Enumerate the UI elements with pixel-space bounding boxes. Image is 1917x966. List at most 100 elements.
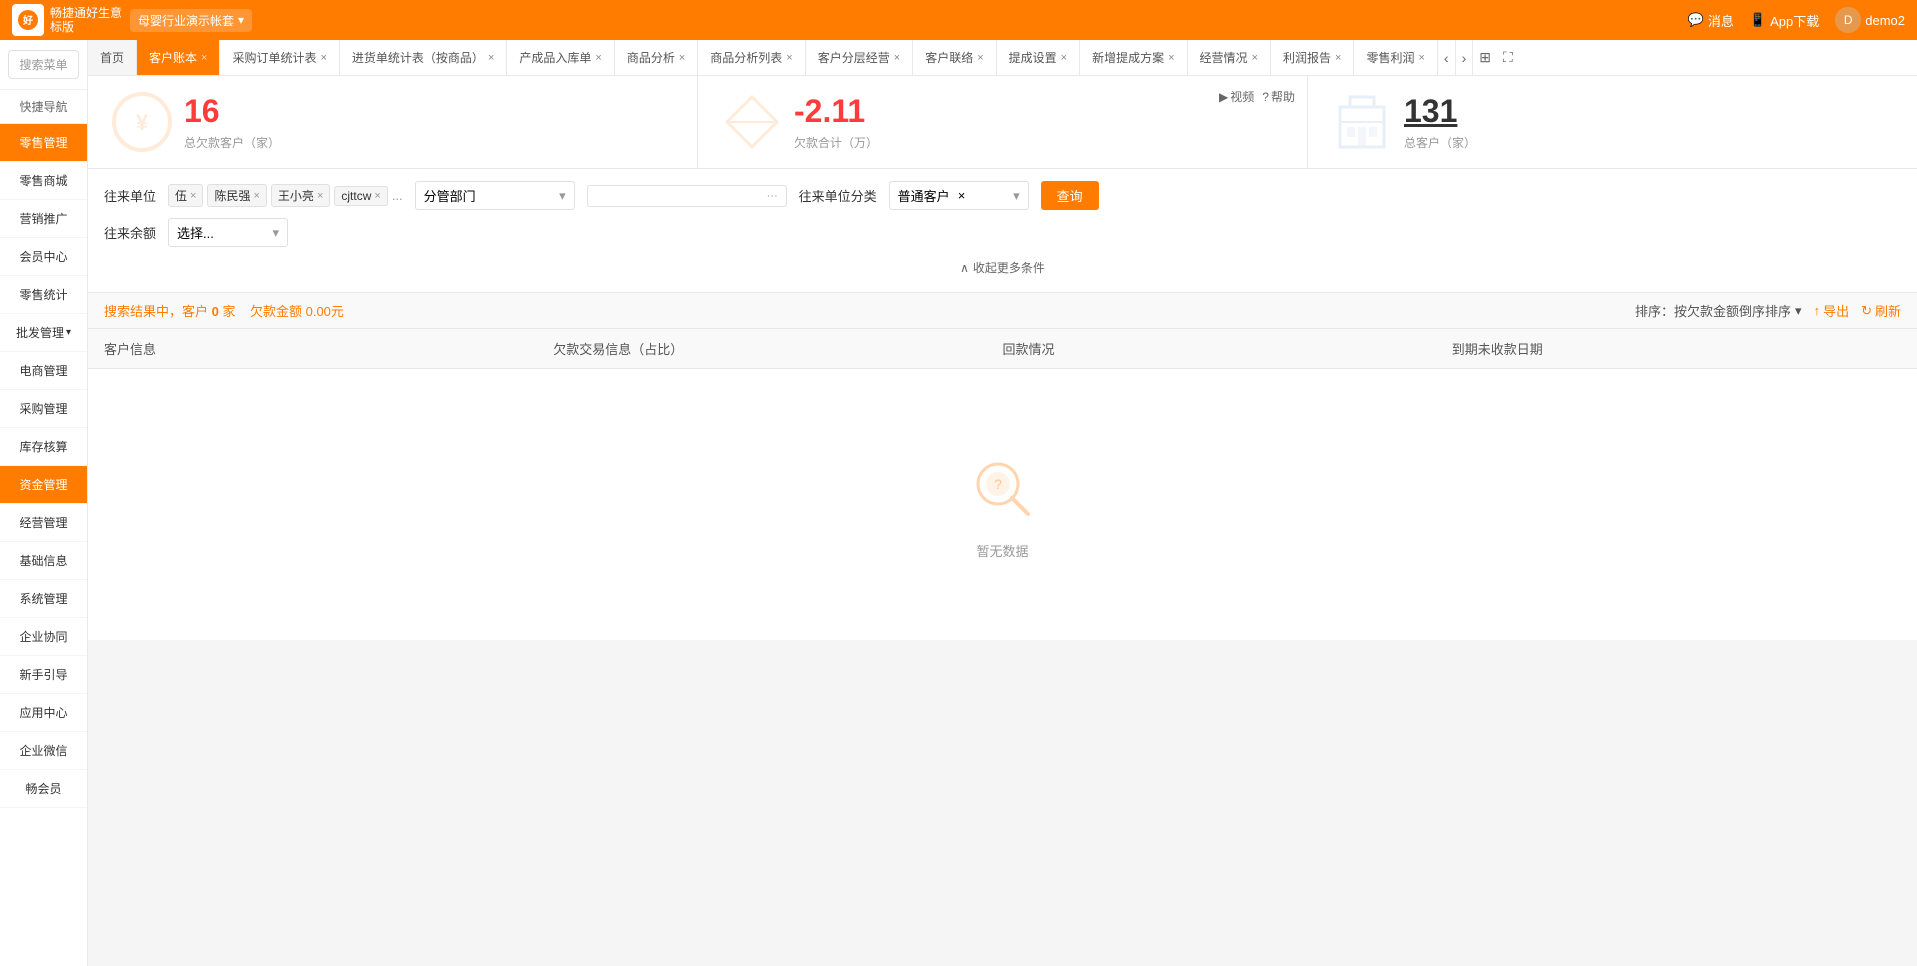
chevron-down-icon: ▾ <box>1795 303 1802 319</box>
stat-card-all-customers: 131 总客户（家） <box>1308 76 1917 168</box>
video-help-btn[interactable]: ▶ 视频 <box>1219 88 1254 105</box>
tab-close-icon[interactable]: × <box>320 52 326 64</box>
export-btn[interactable]: ↑ 导出 <box>1814 301 1850 320</box>
collapse-btn[interactable]: ∧ 收起更多条件 <box>104 255 1901 280</box>
filter-more-btn[interactable]: ... <box>392 188 403 203</box>
sidebar-item-ecommerce[interactable]: 电商管理 <box>0 352 87 390</box>
result-actions: 排序：按欠款金额倒序排序 ▾ ↑ 导出 ↻ 刷新 <box>1635 301 1901 320</box>
search-menu-button[interactable]: 搜索菜单 <box>8 50 79 79</box>
search-button[interactable]: 查询 <box>1041 181 1099 210</box>
tab-customer-tier[interactable]: 客户分层经营 × <box>806 40 913 75</box>
branch-dept-select[interactable]: 分管部门 ▾ <box>415 181 575 210</box>
sidebar-item-retail-mgmt[interactable]: 零售管理 <box>0 124 87 162</box>
tab-close-icon[interactable]: × <box>1335 52 1341 64</box>
sort-select[interactable]: 排序：按欠款金额倒序排序 ▾ <box>1635 301 1802 320</box>
tab-business-status[interactable]: 经营情况 × <box>1188 40 1271 75</box>
svg-text:好: 好 <box>22 14 33 27</box>
stats-row: ¥ 16 总欠款客户（家） <box>88 76 1917 169</box>
refresh-btn[interactable]: ↻ 刷新 <box>1861 301 1901 320</box>
category-clear-icon[interactable]: × <box>958 188 966 203</box>
tab-close-icon[interactable]: × <box>786 52 792 64</box>
more-options-icon[interactable]: ··· <box>767 190 778 202</box>
empty-text: 暂无数据 <box>976 541 1028 560</box>
filter-tag-3: cjttcw × <box>334 186 387 206</box>
empty-state: ? 暂无数据 <box>88 369 1917 640</box>
branch-person-select[interactable]: ··· <box>587 185 787 207</box>
sidebar-item-inventory[interactable]: 库存核算 <box>0 428 87 466</box>
filter-tags: 伍 × 陈民强 × 王小亮 × cjttcw × <box>168 184 403 207</box>
tab-close-icon[interactable]: × <box>1252 52 1258 64</box>
help-btn[interactable]: ? 帮助 <box>1262 88 1295 105</box>
sidebar-item-batch-mgmt[interactable]: 批发管理 ▾ <box>0 314 87 352</box>
svg-text:?: ? <box>994 476 1002 492</box>
tab-scroll-right[interactable]: › <box>1456 40 1474 75</box>
sidebar-quick-nav[interactable]: 快捷导航 <box>0 90 87 124</box>
app-download-btn[interactable]: 📱 App下载 <box>1750 11 1819 30</box>
tab-close-icon[interactable]: × <box>1061 52 1067 64</box>
avatar: D <box>1835 7 1861 33</box>
stat-number-customers: 16 <box>184 93 280 130</box>
user-menu[interactable]: D demo2 <box>1835 7 1905 33</box>
tab-close-icon[interactable]: × <box>1168 52 1174 64</box>
sidebar-item-new-guide[interactable]: 新手引导 <box>0 656 87 694</box>
sidebar-item-system-mgmt[interactable]: 系统管理 <box>0 580 87 618</box>
sidebar-item-member-vip[interactable]: 畅会员 <box>0 770 87 808</box>
result-debt-value: 0.00元 <box>306 304 344 319</box>
tab-profit-report[interactable]: 利润报告 × <box>1271 40 1354 75</box>
data-table: 客户信息 欠款交易信息（占比） 回款情况 到期未收款日期 ? <box>88 329 1917 640</box>
owner-unit-category-select[interactable]: 普通客户 × ▾ <box>889 181 1029 210</box>
sidebar-item-enterprise-collab[interactable]: 企业协同 <box>0 618 87 656</box>
tab-new-tips-plan[interactable]: 新增提成方案 × <box>1080 40 1187 75</box>
stat-card-customers: ¥ 16 总欠款客户（家） <box>88 76 698 168</box>
tab-product-inbound[interactable]: 产成品入库单 × <box>507 40 614 75</box>
tab-fullscreen-btn[interactable]: ⛶ <box>1497 40 1519 75</box>
tab-product-analysis[interactable]: 商品分析 × <box>615 40 698 75</box>
tab-scroll-left[interactable]: ‹ <box>1438 40 1456 75</box>
tag-close-3[interactable]: × <box>374 190 380 202</box>
tenant-selector[interactable]: 母婴行业演示帐套 ▾ <box>130 9 252 32</box>
tab-customer-contact[interactable]: 客户联络 × <box>913 40 996 75</box>
sidebar-item-retail-mall[interactable]: 零售商城 <box>0 162 87 200</box>
col-header-repay: 回款情况 <box>1003 339 1452 358</box>
tag-close-0[interactable]: × <box>190 190 196 202</box>
tab-close-icon[interactable]: × <box>1418 52 1424 64</box>
message-btn[interactable]: 💬 消息 <box>1688 11 1734 30</box>
owner-unit-category-label: 往来单位分类 <box>799 186 877 205</box>
tab-close-icon[interactable]: × <box>201 52 207 64</box>
top-bar-left: 好 畅捷通好生意 标版 母婴行业演示帐套 ▾ <box>12 4 252 36</box>
sidebar-item-marketing[interactable]: 营销推广 <box>0 200 87 238</box>
sidebar-item-retail-stats[interactable]: 零售统计 <box>0 276 87 314</box>
tag-close-1[interactable]: × <box>253 190 259 202</box>
sidebar-item-app-center[interactable]: 应用中心 <box>0 694 87 732</box>
tab-purchase-stats-product[interactable]: 进货单统计表（按商品） × <box>340 40 507 75</box>
result-count: 0 <box>212 304 219 319</box>
tab-close-icon[interactable]: × <box>679 52 685 64</box>
tab-expand-btn[interactable]: ⊞ <box>1473 40 1497 75</box>
sidebar-item-member-center[interactable]: 会员中心 <box>0 238 87 276</box>
stat-info-all-customers: 131 总客户（家） <box>1404 93 1476 151</box>
balance-select[interactable]: 选择... ▾ <box>168 218 288 247</box>
tab-close-icon[interactable]: × <box>595 52 601 64</box>
sidebar-item-business-mgmt[interactable]: 经营管理 <box>0 504 87 542</box>
sidebar-item-basic-info[interactable]: 基础信息 <box>0 542 87 580</box>
stat-label-debt: 欠款合计（万） <box>794 134 878 151</box>
tag-close-2[interactable]: × <box>317 190 323 202</box>
tab-home[interactable]: 首页 <box>88 40 137 75</box>
tab-close-icon[interactable]: × <box>977 52 983 64</box>
sidebar-item-capital-mgmt[interactable]: 资金管理 <box>0 466 87 504</box>
sidebar-item-purchase[interactable]: 采购管理 <box>0 390 87 428</box>
filter-tag-1: 陈民强 × <box>207 184 266 207</box>
page-content: ¥ 16 总欠款客户（家） <box>88 76 1917 966</box>
tab-close-icon[interactable]: × <box>894 52 900 64</box>
tab-product-analysis-list[interactable]: 商品分析列表 × <box>698 40 805 75</box>
stat-card-debt: -2.11 欠款合计（万） ▶ 视频 ? 帮助 <box>698 76 1308 168</box>
tab-tips-settings[interactable]: 提成设置 × <box>997 40 1080 75</box>
tab-purchase-order-stats[interactable]: 采购订单统计表 × <box>220 40 339 75</box>
stat-label-customers: 总欠款客户（家） <box>184 134 280 151</box>
logo-icon: 好 <box>12 4 44 36</box>
tab-customer-book[interactable]: 客户账本 × <box>137 40 220 75</box>
sidebar-item-enterprise-wechat[interactable]: 企业微信 <box>0 732 87 770</box>
message-icon: 💬 <box>1688 12 1704 28</box>
tab-close-icon[interactable]: × <box>488 52 494 64</box>
tab-retail-profit[interactable]: 零售利润 × <box>1354 40 1437 75</box>
